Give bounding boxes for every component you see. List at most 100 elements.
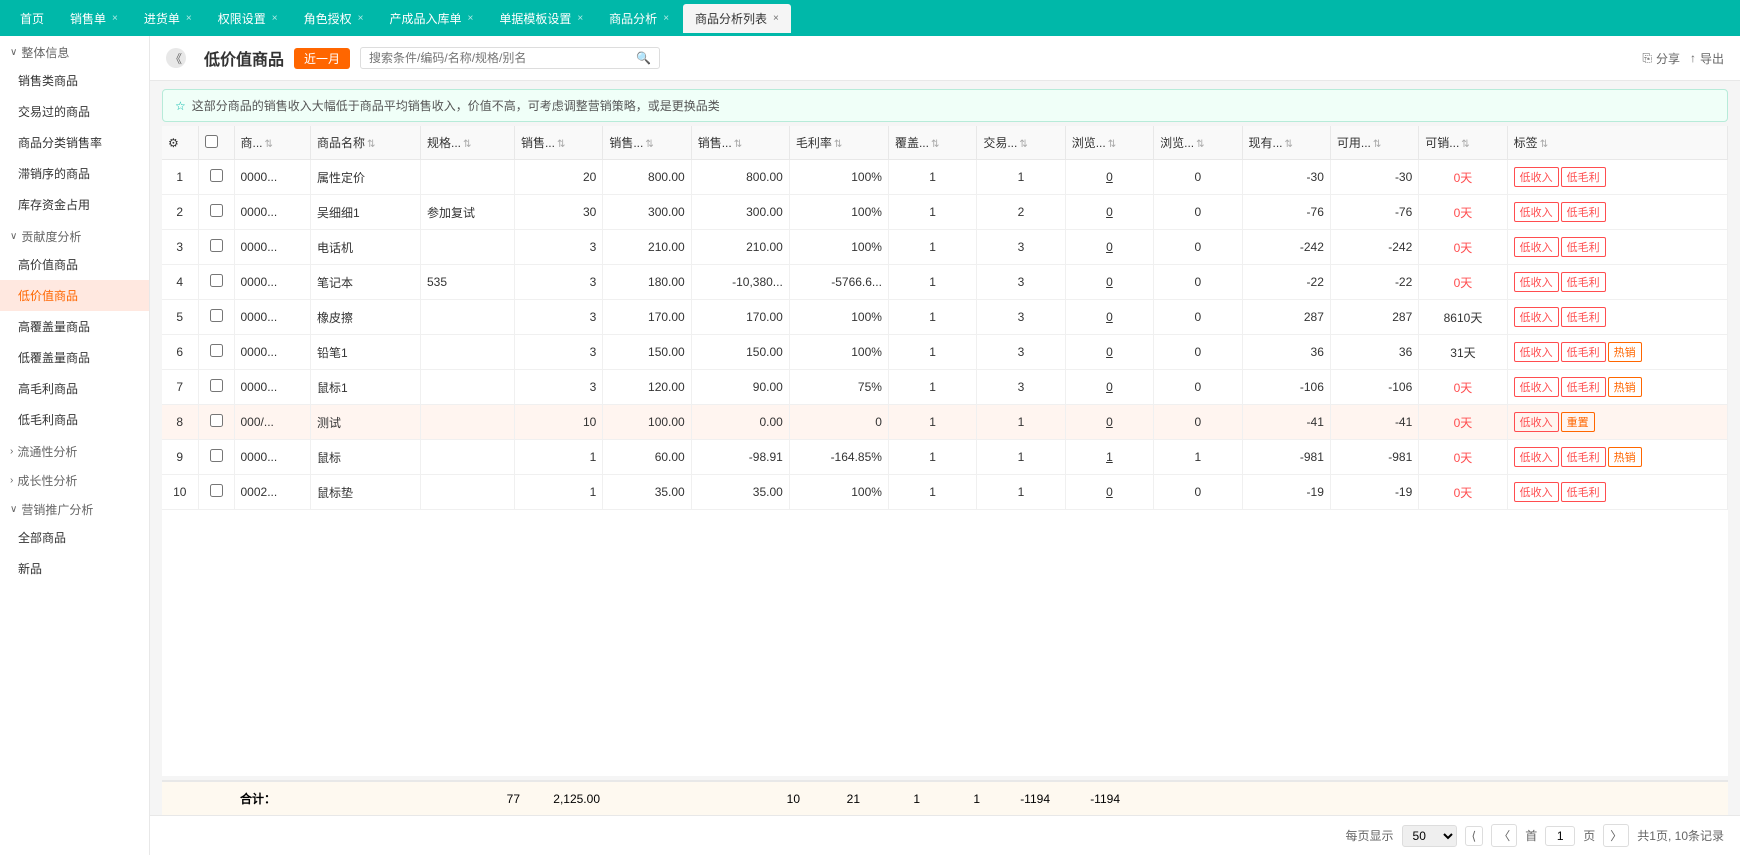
col-saleable[interactable]: 可销...⇅ — [1419, 126, 1507, 160]
sidebar-item-slow-sales[interactable]: 滞销序的商品 — [0, 158, 149, 189]
sidebar-item-low-coverage[interactable]: 低覆盖量商品 — [0, 342, 149, 373]
sidebar-group-overview-title[interactable]: ∨ 整体信息 — [0, 36, 149, 65]
sidebar-item-category-sales-rate[interactable]: 商品分类销售率 — [0, 127, 149, 158]
sidebar-item-high-margin[interactable]: 高毛利商品 — [0, 373, 149, 404]
col-margin[interactable]: 毛利率⇅ — [789, 126, 888, 160]
sidebar-item-low-value[interactable]: 低价值商品 — [0, 280, 149, 311]
close-analysis-tab[interactable]: × — [663, 13, 669, 24]
nav-role[interactable]: 角色授权 × — [292, 4, 376, 33]
cell-tags: 低收入低毛利 — [1507, 230, 1727, 265]
nav-purchase[interactable]: 进货单 × — [132, 4, 204, 33]
nav-sales[interactable]: 销售单 × — [58, 4, 130, 33]
sidebar-item-inventory-capital[interactable]: 库存资金占用 — [0, 189, 149, 220]
cell-no: 4 — [162, 265, 198, 300]
cell-view1-link[interactable]: 0 — [1106, 380, 1113, 394]
nav-home[interactable]: 首页 — [8, 4, 56, 33]
cell-trade: 3 — [977, 230, 1065, 265]
close-purchase-tab[interactable]: × — [186, 13, 192, 24]
nav-permission[interactable]: 权限设置 × — [206, 4, 290, 33]
search-input[interactable] — [369, 51, 631, 65]
sidebar-collapse-button[interactable]: 《 — [166, 48, 186, 68]
row-checkbox[interactable] — [210, 309, 223, 322]
share-icon: ⎘ — [1642, 51, 1652, 66]
export-button[interactable]: ↑ 导出 — [1690, 50, 1724, 67]
col-sales-profit[interactable]: 销售...⇅ — [691, 126, 789, 160]
close-template-tab[interactable]: × — [577, 13, 583, 24]
nav-product-entry[interactable]: 产成品入库单 × — [377, 4, 485, 33]
col-current[interactable]: 现有...⇅ — [1242, 126, 1330, 160]
row-checkbox[interactable] — [210, 239, 223, 252]
col-settings[interactable]: ⚙ — [162, 126, 198, 160]
sidebar-item-high-coverage[interactable]: 高覆盖量商品 — [0, 311, 149, 342]
sidebar-item-high-value[interactable]: 高价值商品 — [0, 249, 149, 280]
cell-current: -22 — [1242, 265, 1330, 300]
current-page-input[interactable] — [1545, 826, 1575, 846]
col-code[interactable]: 商...⇅ — [234, 126, 311, 160]
cell-view1-link[interactable]: 0 — [1106, 345, 1113, 359]
tag-label: 低毛利 — [1561, 272, 1606, 292]
col-sales-qty[interactable]: 销售...⇅ — [514, 126, 602, 160]
col-available[interactable]: 可用...⇅ — [1330, 126, 1418, 160]
sidebar-group-circulation-title[interactable]: › 流通性分析 — [0, 435, 149, 464]
sidebar-item-low-margin[interactable]: 低毛利商品 — [0, 404, 149, 435]
next-page-button[interactable]: 〉 — [1603, 824, 1629, 847]
settings-icon[interactable]: ⚙ — [168, 136, 179, 150]
data-table-container[interactable]: ⚙ 商...⇅ 商品名称⇅ 规格...⇅ 销售...⇅ 销售...⇅ 销售...… — [162, 126, 1728, 776]
col-checkbox[interactable] — [198, 126, 234, 160]
cell-available: -106 — [1330, 370, 1418, 405]
cell-view1-link[interactable]: 0 — [1106, 310, 1113, 324]
row-checkbox[interactable] — [210, 344, 223, 357]
cell-view2: 0 — [1154, 160, 1242, 195]
row-checkbox[interactable] — [210, 484, 223, 497]
col-spec[interactable]: 规格...⇅ — [420, 126, 514, 160]
sidebar-item-traded-products[interactable]: 交易过的商品 — [0, 96, 149, 127]
row-checkbox[interactable] — [210, 379, 223, 392]
sidebar-group-marketing-title[interactable]: ∨ 营销推广分析 — [0, 493, 149, 522]
time-filter-button[interactable]: 近一月 — [294, 48, 350, 69]
first-page-button[interactable]: ⟨ — [1465, 826, 1484, 846]
cell-view1-link[interactable]: 0 — [1106, 415, 1113, 429]
cell-view1-link[interactable]: 0 — [1106, 485, 1113, 499]
cell-sales-qty: 1 — [514, 440, 602, 475]
close-analysis-list-tab[interactable]: × — [773, 13, 779, 24]
col-view1[interactable]: 浏览...⇅ — [1065, 126, 1153, 160]
sidebar-item-all-products[interactable]: 全部商品 — [0, 522, 149, 553]
nav-analysis-list[interactable]: 商品分析列表 × — [683, 4, 791, 33]
search-icon[interactable]: 🔍 — [636, 51, 651, 65]
page-word: 首 — [1525, 827, 1537, 844]
close-role-tab[interactable]: × — [358, 13, 364, 24]
row-checkbox[interactable] — [210, 414, 223, 427]
row-checkbox[interactable] — [210, 204, 223, 217]
sidebar-item-sales-products[interactable]: 销售类商品 — [0, 65, 149, 96]
select-all-checkbox[interactable] — [205, 135, 218, 148]
col-view2[interactable]: 浏览...⇅ — [1154, 126, 1242, 160]
cell-view1-link[interactable]: 0 — [1106, 275, 1113, 289]
cell-code: 0000... — [234, 300, 311, 335]
row-checkbox[interactable] — [210, 274, 223, 287]
cell-view1-link[interactable]: 0 — [1106, 205, 1113, 219]
cell-view1-link[interactable]: 0 — [1106, 240, 1113, 254]
col-coverage[interactable]: 覆盖...⇅ — [888, 126, 976, 160]
sidebar-group-contribution-title[interactable]: ∨ 贡献度分析 — [0, 220, 149, 249]
close-product-entry-tab[interactable]: × — [467, 13, 473, 24]
tag-label: 热销 — [1608, 342, 1642, 362]
page-size-select[interactable]: 50 100 200 — [1402, 825, 1457, 847]
cell-current: -30 — [1242, 160, 1330, 195]
col-sales-amount[interactable]: 销售...⇅ — [603, 126, 691, 160]
col-trade[interactable]: 交易...⇅ — [977, 126, 1065, 160]
nav-template[interactable]: 单据模板设置 × — [487, 4, 595, 33]
row-checkbox[interactable] — [210, 449, 223, 462]
share-button[interactable]: ⎘ 分享 — [1642, 50, 1680, 67]
close-sales-tab[interactable]: × — [112, 13, 118, 24]
cell-view1-link[interactable]: 1 — [1106, 450, 1113, 464]
prev-page-button[interactable]: 〈 — [1491, 824, 1517, 847]
cell-view1-link[interactable]: 0 — [1106, 170, 1113, 184]
nav-product-analysis[interactable]: 商品分析 × — [597, 4, 681, 33]
col-tags[interactable]: 标签⇅ — [1507, 126, 1727, 160]
sidebar-group-growth-title[interactable]: › 成长性分析 — [0, 464, 149, 493]
row-checkbox[interactable] — [210, 169, 223, 182]
pagination-bar: 每页显示 50 100 200 ⟨ 〈 首 页 〉 共1页, 10条记录 — [150, 815, 1740, 855]
close-permission-tab[interactable]: × — [272, 13, 278, 24]
sidebar-item-new-products[interactable]: 新品 — [0, 553, 149, 584]
col-name[interactable]: 商品名称⇅ — [311, 126, 421, 160]
